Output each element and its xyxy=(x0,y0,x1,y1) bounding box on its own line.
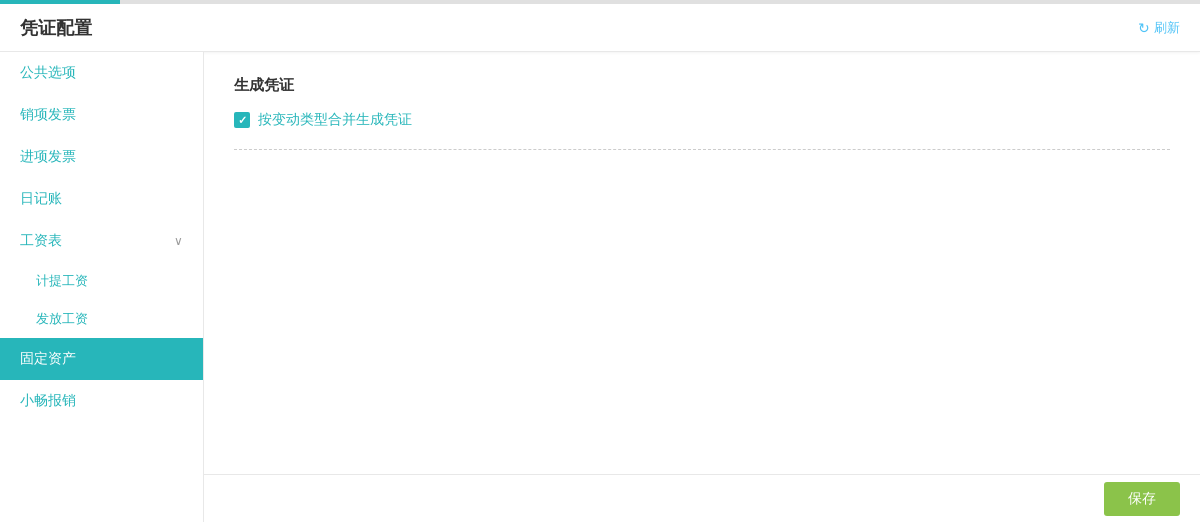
body: 公共选项 销项发票 进项发票 日记账 工资表 ∨ 计提工资 发放工资 固定资 xyxy=(0,52,1200,522)
sidebar-item-expense[interactable]: 小畅报销 xyxy=(0,380,203,422)
sidebar-item-public[interactable]: 公共选项 xyxy=(0,52,203,94)
check-mark-icon: ✓ xyxy=(238,114,247,127)
refresh-icon: ↻ xyxy=(1138,20,1150,36)
sidebar-item-label: 固定资产 xyxy=(20,350,76,368)
content-area: 生成凭证 ✓ 按变动类型合并生成凭证 xyxy=(204,52,1200,474)
sidebar-item-label: 发放工资 xyxy=(36,311,88,326)
refresh-label: 刷新 xyxy=(1154,19,1180,37)
refresh-button[interactable]: ↻ 刷新 xyxy=(1138,19,1180,37)
divider xyxy=(234,149,1170,150)
sidebar-item-label: 小畅报销 xyxy=(20,392,76,410)
sidebar-item-label: 工资表 xyxy=(20,232,62,250)
sidebar-item-label: 计提工资 xyxy=(36,273,88,288)
sidebar-item-pay-salary[interactable]: 发放工资 xyxy=(0,300,203,338)
sidebar: 公共选项 销项发票 进项发票 日记账 工资表 ∨ 计提工资 发放工资 固定资 xyxy=(0,52,204,522)
sidebar-item-payroll[interactable]: 工资表 ∨ xyxy=(0,220,203,262)
top-bar xyxy=(0,0,1200,4)
footer: 保存 xyxy=(204,474,1200,522)
sidebar-item-calc-salary[interactable]: 计提工资 xyxy=(0,262,203,300)
main-content: 生成凭证 ✓ 按变动类型合并生成凭证 保存 xyxy=(204,52,1200,522)
page-wrapper: 凭证配置 ↻ 刷新 公共选项 销项发票 进项发票 日记账 工资表 ∨ xyxy=(0,0,1200,522)
sidebar-item-purchase[interactable]: 进项发票 xyxy=(0,136,203,178)
merge-checkbox[interactable]: ✓ xyxy=(234,112,250,128)
sidebar-item-sales[interactable]: 销项发票 xyxy=(0,94,203,136)
checkbox-label[interactable]: 按变动类型合并生成凭证 xyxy=(258,111,412,129)
sidebar-item-label: 进项发票 xyxy=(20,148,76,166)
sidebar-item-label: 日记账 xyxy=(20,190,62,208)
save-button[interactable]: 保存 xyxy=(1104,482,1180,516)
header: 凭证配置 ↻ 刷新 xyxy=(0,4,1200,52)
top-bar-active xyxy=(0,0,120,4)
sidebar-item-label: 公共选项 xyxy=(20,64,76,82)
section-title: 生成凭证 xyxy=(234,76,1170,95)
chevron-down-icon: ∨ xyxy=(174,234,183,248)
sidebar-item-fixed-assets[interactable]: 固定资产 xyxy=(0,338,203,380)
sidebar-item-journal[interactable]: 日记账 xyxy=(0,178,203,220)
checkbox-row: ✓ 按变动类型合并生成凭证 xyxy=(234,111,1170,129)
sidebar-item-label: 销项发票 xyxy=(20,106,76,124)
page-title: 凭证配置 xyxy=(20,16,92,40)
